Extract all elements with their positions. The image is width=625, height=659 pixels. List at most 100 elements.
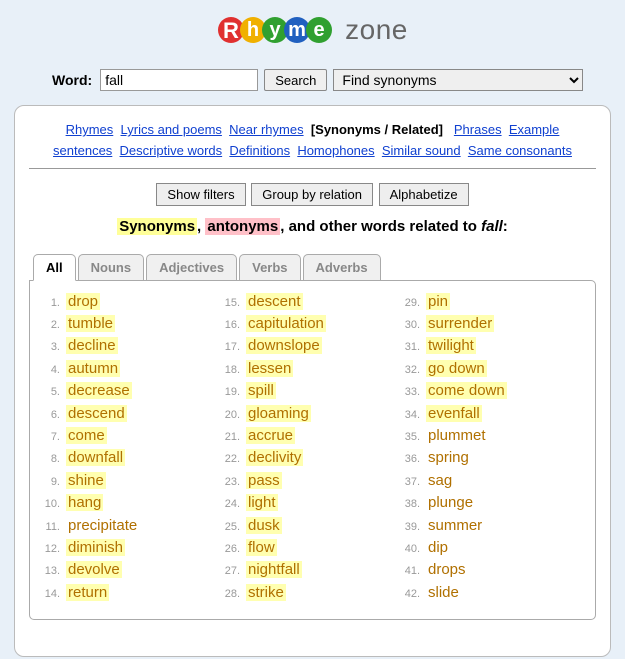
- result-word[interactable]: precipitate: [66, 517, 139, 534]
- alphabetize-button[interactable]: Alphabetize: [379, 183, 469, 206]
- nav-link-phrases[interactable]: Phrases: [454, 122, 502, 137]
- item-number: 6.: [40, 409, 66, 421]
- svg-text:h: h: [247, 19, 259, 41]
- nav-link-rhymes[interactable]: Rhymes: [66, 122, 114, 137]
- item-number: 32.: [400, 364, 426, 376]
- result-word[interactable]: devolve: [66, 561, 122, 578]
- result-word[interactable]: come: [66, 427, 107, 444]
- result-word[interactable]: hang: [66, 494, 103, 511]
- list-item: 2.tumble: [40, 315, 220, 337]
- result-word[interactable]: evenfall: [426, 405, 482, 422]
- result-word[interactable]: tumble: [66, 315, 115, 332]
- item-number: 37.: [400, 476, 426, 488]
- result-word[interactable]: gloaming: [246, 405, 311, 422]
- tab-adverbs[interactable]: Adverbs: [303, 254, 381, 281]
- result-word[interactable]: light: [246, 494, 278, 511]
- list-item: 8.downfall: [40, 449, 220, 471]
- list-item: 20.gloaming: [220, 405, 400, 427]
- tab-all[interactable]: All: [33, 254, 76, 281]
- item-number: 28.: [220, 588, 246, 600]
- result-word[interactable]: diminish: [66, 539, 125, 556]
- result-word[interactable]: summer: [426, 517, 484, 534]
- list-item: 21.accrue: [220, 427, 400, 449]
- svg-text:y: y: [270, 19, 282, 41]
- search-button[interactable]: Search: [264, 69, 327, 91]
- item-number: 20.: [220, 409, 246, 421]
- result-word[interactable]: nightfall: [246, 561, 302, 578]
- item-number: 11.: [40, 521, 66, 533]
- nav-link-similar-sound[interactable]: Similar sound: [382, 143, 461, 158]
- result-word[interactable]: accrue: [246, 427, 295, 444]
- list-item: 9.shine: [40, 472, 220, 494]
- result-word[interactable]: pin: [426, 293, 450, 310]
- list-item: 7.come: [40, 427, 220, 449]
- result-word[interactable]: spring: [426, 449, 471, 466]
- nav-link-lyrics-and-poems[interactable]: Lyrics and poems: [121, 122, 222, 137]
- result-word[interactable]: sag: [426, 472, 454, 489]
- result-word[interactable]: slide: [426, 584, 461, 601]
- item-number: 24.: [220, 498, 246, 510]
- result-word[interactable]: downslope: [246, 337, 322, 354]
- mode-select[interactable]: Find synonyms: [333, 69, 583, 91]
- result-word[interactable]: pass: [246, 472, 282, 489]
- list-item: 42.slide: [400, 584, 580, 606]
- item-number: 7.: [40, 431, 66, 443]
- item-number: 36.: [400, 453, 426, 465]
- nav-link-near-rhymes[interactable]: Near rhymes: [229, 122, 303, 137]
- group-by-relation-button[interactable]: Group by relation: [251, 183, 373, 206]
- tab-verbs[interactable]: Verbs: [239, 254, 300, 281]
- result-word[interactable]: return: [66, 584, 109, 601]
- item-number: 29.: [400, 297, 426, 309]
- result-word[interactable]: downfall: [66, 449, 125, 466]
- nav-link-same-consonants[interactable]: Same consonants: [468, 143, 572, 158]
- result-word[interactable]: go down: [426, 360, 487, 377]
- list-item: 10.hang: [40, 494, 220, 516]
- result-word[interactable]: shine: [66, 472, 106, 489]
- list-item: 36.spring: [400, 449, 580, 471]
- item-number: 38.: [400, 498, 426, 510]
- result-word[interactable]: spill: [246, 382, 276, 399]
- item-number: 14.: [40, 588, 66, 600]
- list-item: 17.downslope: [220, 337, 400, 359]
- list-item: 27.nightfall: [220, 561, 400, 583]
- result-word[interactable]: descend: [66, 405, 127, 422]
- nav-link-definitions[interactable]: Definitions: [229, 143, 290, 158]
- item-number: 40.: [400, 543, 426, 555]
- nav-link-descriptive-words[interactable]: Descriptive words: [120, 143, 223, 158]
- result-word[interactable]: come down: [426, 382, 507, 399]
- list-item: 25.dusk: [220, 517, 400, 539]
- tab-nouns[interactable]: Nouns: [78, 254, 144, 281]
- result-word[interactable]: surrender: [426, 315, 494, 332]
- result-word[interactable]: decrease: [66, 382, 132, 399]
- list-item: 4.autumn: [40, 360, 220, 382]
- show-filters-button[interactable]: Show filters: [156, 183, 245, 206]
- list-item: 38.plunge: [400, 494, 580, 516]
- item-number: 23.: [220, 476, 246, 488]
- result-word[interactable]: descent: [246, 293, 303, 310]
- result-word[interactable]: plunge: [426, 494, 475, 511]
- result-word[interactable]: plummet: [426, 427, 488, 444]
- nav-link-homophones[interactable]: Homophones: [297, 143, 374, 158]
- item-number: 16.: [220, 319, 246, 331]
- list-item: 40.dip: [400, 539, 580, 561]
- list-item: 6.descend: [40, 405, 220, 427]
- result-word[interactable]: drop: [66, 293, 100, 310]
- list-item: 35.plummet: [400, 427, 580, 449]
- result-word[interactable]: flow: [246, 539, 277, 556]
- item-number: 26.: [220, 543, 246, 555]
- tab-adjectives[interactable]: Adjectives: [146, 254, 237, 281]
- result-word[interactable]: twilight: [426, 337, 476, 354]
- search-input[interactable]: [100, 69, 258, 91]
- logo-suffix: zone: [345, 14, 408, 46]
- result-word[interactable]: decline: [66, 337, 118, 354]
- result-word[interactable]: declivity: [246, 449, 303, 466]
- result-word[interactable]: strike: [246, 584, 286, 601]
- result-word[interactable]: drops: [426, 561, 468, 578]
- result-word[interactable]: dip: [426, 539, 450, 556]
- result-word[interactable]: autumn: [66, 360, 120, 377]
- logo[interactable]: R h y m e zone: [217, 8, 408, 52]
- result-word[interactable]: lessen: [246, 360, 293, 377]
- item-number: 4.: [40, 364, 66, 376]
- result-word[interactable]: dusk: [246, 517, 282, 534]
- result-word[interactable]: capitulation: [246, 315, 326, 332]
